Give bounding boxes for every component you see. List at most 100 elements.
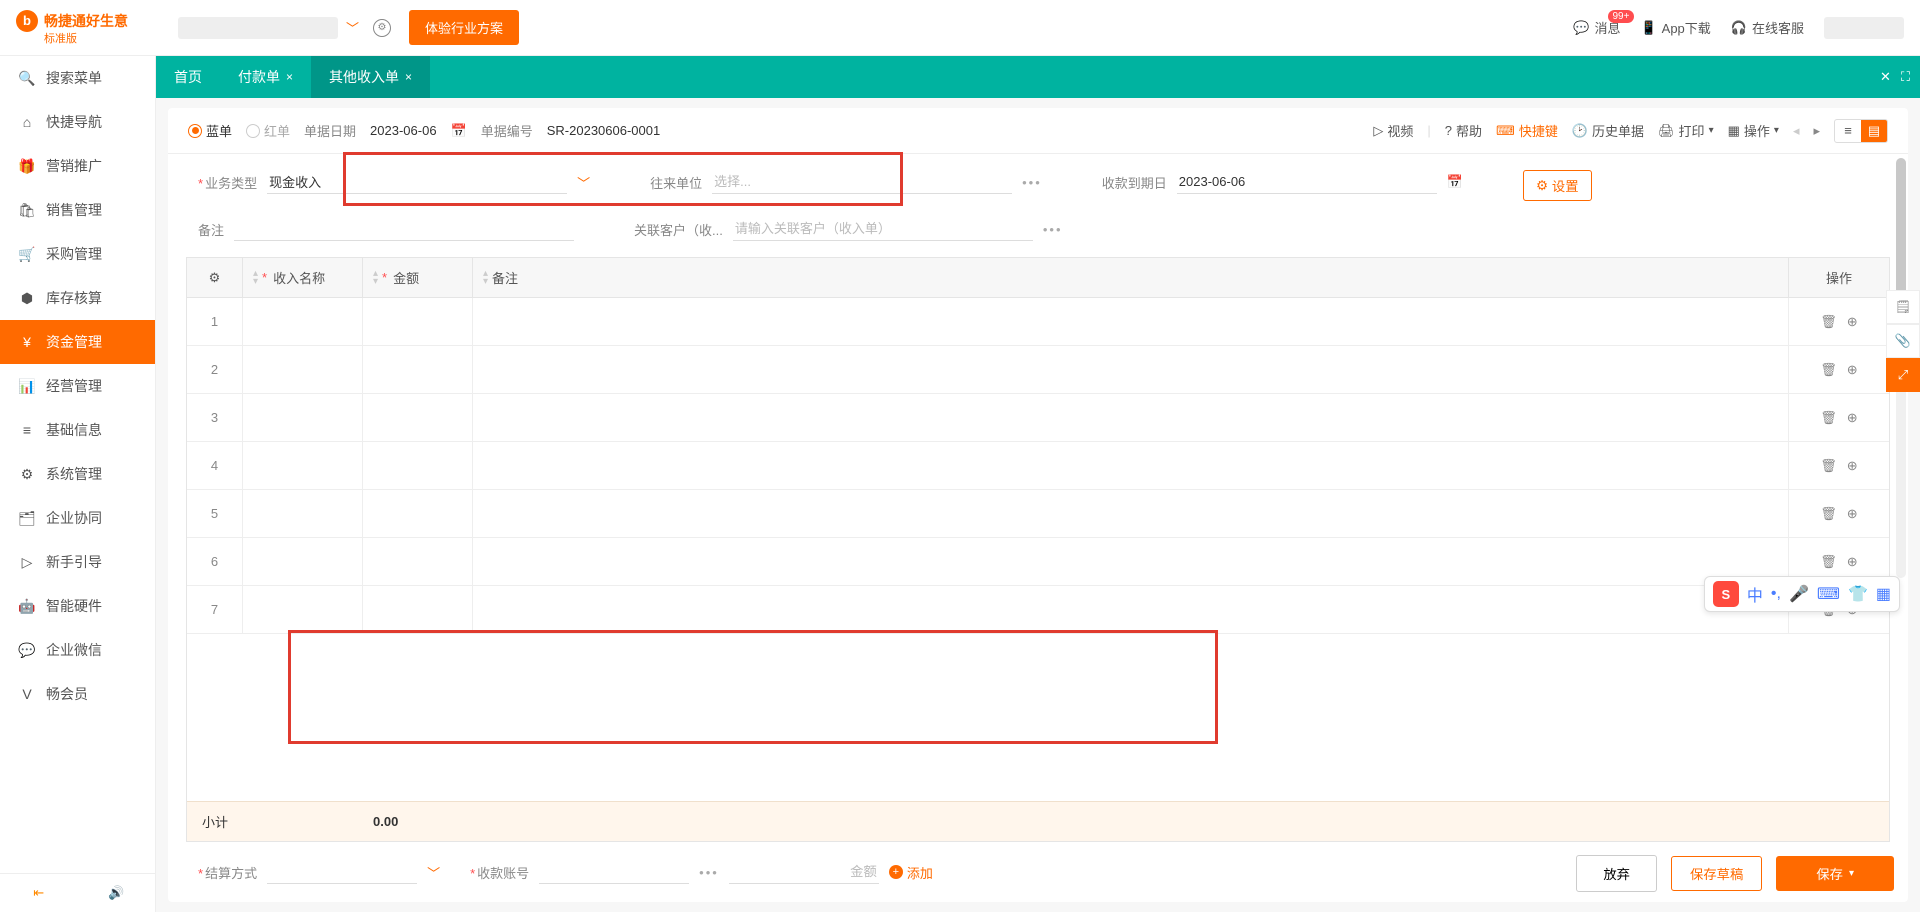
- calendar-icon[interactable]: 📅: [451, 123, 467, 139]
- cell-remark[interactable]: [473, 490, 1789, 537]
- settings-button[interactable]: ⚙设置: [1523, 170, 1592, 201]
- tab-expand-icon[interactable]: ⛶: [1901, 69, 1910, 85]
- table-row[interactable]: 5🗑⊕: [187, 490, 1889, 538]
- row-delete-icon[interactable]: 🗑: [1820, 410, 1837, 426]
- sidebar-item-8[interactable]: ≡基础信息: [0, 408, 155, 452]
- cell-remark[interactable]: [473, 538, 1789, 585]
- row-copy-icon[interactable]: ⊕: [1847, 506, 1858, 522]
- tab-1[interactable]: 付款单×: [220, 56, 311, 98]
- sidebar-sound-button[interactable]: 🔊: [78, 874, 156, 912]
- tool-shortcut[interactable]: ⌨快捷键: [1496, 121, 1558, 140]
- ime-toolbar[interactable]: S 中 •, 🎤 ⌨ 👕 ▦: [1704, 576, 1900, 612]
- sidebar-item-0[interactable]: 🔍搜索菜单: [0, 56, 155, 100]
- add-settle-button[interactable]: +添加: [889, 863, 933, 882]
- sidebar-item-3[interactable]: 🛍销售管理: [0, 188, 155, 232]
- cell-remark[interactable]: [473, 586, 1789, 633]
- tool-print[interactable]: 🖨打印▾: [1658, 121, 1714, 140]
- view-card-button[interactable]: ▤: [1861, 120, 1887, 142]
- cell-remark[interactable]: [473, 394, 1789, 441]
- tab-0[interactable]: 首页: [156, 56, 220, 98]
- more-icon[interactable]: •••: [1043, 222, 1063, 237]
- cell-amount[interactable]: [363, 442, 473, 489]
- row-delete-icon[interactable]: 🗑: [1820, 458, 1837, 474]
- sidebar-item-4[interactable]: 🛒采购管理: [0, 232, 155, 276]
- table-row[interactable]: 7🗑⊕: [187, 586, 1889, 634]
- online-service-link[interactable]: 🎧 在线客服: [1731, 18, 1804, 37]
- sidebar-item-12[interactable]: 🤖智能硬件: [0, 584, 155, 628]
- org-selector[interactable]: ﹀: [178, 17, 359, 39]
- relcust-input[interactable]: [733, 217, 1033, 241]
- cell-name[interactable]: [243, 490, 363, 537]
- tab-close-icon[interactable]: ✕: [1880, 69, 1891, 85]
- more-icon[interactable]: •••: [1022, 175, 1042, 190]
- nav-prev-icon[interactable]: ◂: [1793, 123, 1800, 139]
- col-name[interactable]: ▴▾*收入名称: [243, 258, 363, 297]
- table-row[interactable]: 4🗑⊕: [187, 442, 1889, 490]
- sidebar-item-2[interactable]: 🎁营销推广: [0, 144, 155, 188]
- row-delete-icon[interactable]: 🗑: [1820, 314, 1837, 330]
- cell-amount[interactable]: [363, 394, 473, 441]
- tool-help[interactable]: ?帮助: [1445, 121, 1482, 140]
- table-row[interactable]: 3🗑⊕: [187, 394, 1889, 442]
- sidebar-item-10[interactable]: 🗂企业协同: [0, 496, 155, 540]
- tab-2[interactable]: 其他收入单×: [311, 56, 430, 98]
- cell-remark[interactable]: [473, 442, 1789, 489]
- row-copy-icon[interactable]: ⊕: [1847, 314, 1858, 330]
- view-list-button[interactable]: ≡: [1835, 120, 1861, 142]
- row-copy-icon[interactable]: ⊕: [1847, 362, 1858, 378]
- radio-blue[interactable]: 蓝单: [188, 121, 232, 140]
- gear-icon[interactable]: ⚙: [373, 19, 391, 37]
- ime-keyboard-icon[interactable]: ⌨: [1817, 584, 1840, 604]
- tool-video[interactable]: ▷视频: [1373, 121, 1413, 140]
- remark-input[interactable]: [234, 217, 574, 241]
- cell-amount[interactable]: [363, 298, 473, 345]
- settle-amount-input[interactable]: [729, 860, 879, 884]
- radio-red[interactable]: 红单: [246, 121, 290, 140]
- ime-skin-icon[interactable]: 👕: [1848, 584, 1868, 604]
- biztype-input[interactable]: [267, 170, 567, 194]
- cell-amount[interactable]: [363, 538, 473, 585]
- cell-name[interactable]: [243, 346, 363, 393]
- save-draft-button[interactable]: 保存草稿: [1671, 856, 1762, 891]
- row-delete-icon[interactable]: 🗑: [1820, 554, 1837, 570]
- cell-name[interactable]: [243, 394, 363, 441]
- rail-attach-icon[interactable]: 📎: [1886, 324, 1920, 358]
- col-config-icon[interactable]: ⚙: [187, 258, 243, 297]
- sidebar-item-1[interactable]: ⌂快捷导航: [0, 100, 155, 144]
- doc-date-value[interactable]: 2023-06-06: [370, 123, 437, 138]
- app-download-link[interactable]: 📱 App下载: [1640, 18, 1710, 37]
- table-row[interactable]: 2🗑⊕: [187, 346, 1889, 394]
- sidebar-item-5[interactable]: ⬢库存核算: [0, 276, 155, 320]
- ime-lang[interactable]: 中: [1747, 582, 1763, 606]
- cell-amount[interactable]: [363, 346, 473, 393]
- row-copy-icon[interactable]: ⊕: [1847, 458, 1858, 474]
- more-icon[interactable]: •••: [699, 865, 719, 880]
- calendar-icon[interactable]: 📅: [1447, 174, 1463, 190]
- col-amount[interactable]: ▴▾*金额: [363, 258, 473, 297]
- rail-expand-icon[interactable]: ⤢: [1886, 358, 1920, 392]
- ime-mic-icon[interactable]: 🎤: [1789, 584, 1809, 604]
- sidebar-item-6[interactable]: ¥资金管理: [0, 320, 155, 364]
- chevron-down-icon[interactable]: ﹀: [577, 173, 590, 192]
- ime-punct-icon[interactable]: •,: [1771, 585, 1781, 603]
- sidebar-item-14[interactable]: V畅会员: [0, 672, 155, 716]
- party-input[interactable]: [712, 170, 1012, 194]
- row-delete-icon[interactable]: 🗑: [1820, 362, 1837, 378]
- cell-amount[interactable]: [363, 586, 473, 633]
- user-redacted[interactable]: [1824, 17, 1904, 39]
- cell-remark[interactable]: [473, 298, 1789, 345]
- settle-acct-input[interactable]: [539, 860, 689, 884]
- due-input[interactable]: [1177, 170, 1437, 194]
- row-copy-icon[interactable]: ⊕: [1847, 410, 1858, 426]
- sidebar-item-9[interactable]: ⚙系统管理: [0, 452, 155, 496]
- try-industry-button[interactable]: 体验行业方案: [409, 10, 519, 45]
- save-button[interactable]: 保存▾: [1776, 856, 1894, 891]
- row-copy-icon[interactable]: ⊕: [1847, 554, 1858, 570]
- sidebar-item-11[interactable]: ▷新手引导: [0, 540, 155, 584]
- rail-note-icon[interactable]: 🗒: [1886, 290, 1920, 324]
- chevron-down-icon[interactable]: ﹀: [427, 863, 440, 882]
- settle-method-input[interactable]: [267, 860, 417, 884]
- cell-name[interactable]: [243, 442, 363, 489]
- tool-operate[interactable]: ▦操作▾: [1728, 121, 1779, 140]
- row-delete-icon[interactable]: 🗑: [1820, 506, 1837, 522]
